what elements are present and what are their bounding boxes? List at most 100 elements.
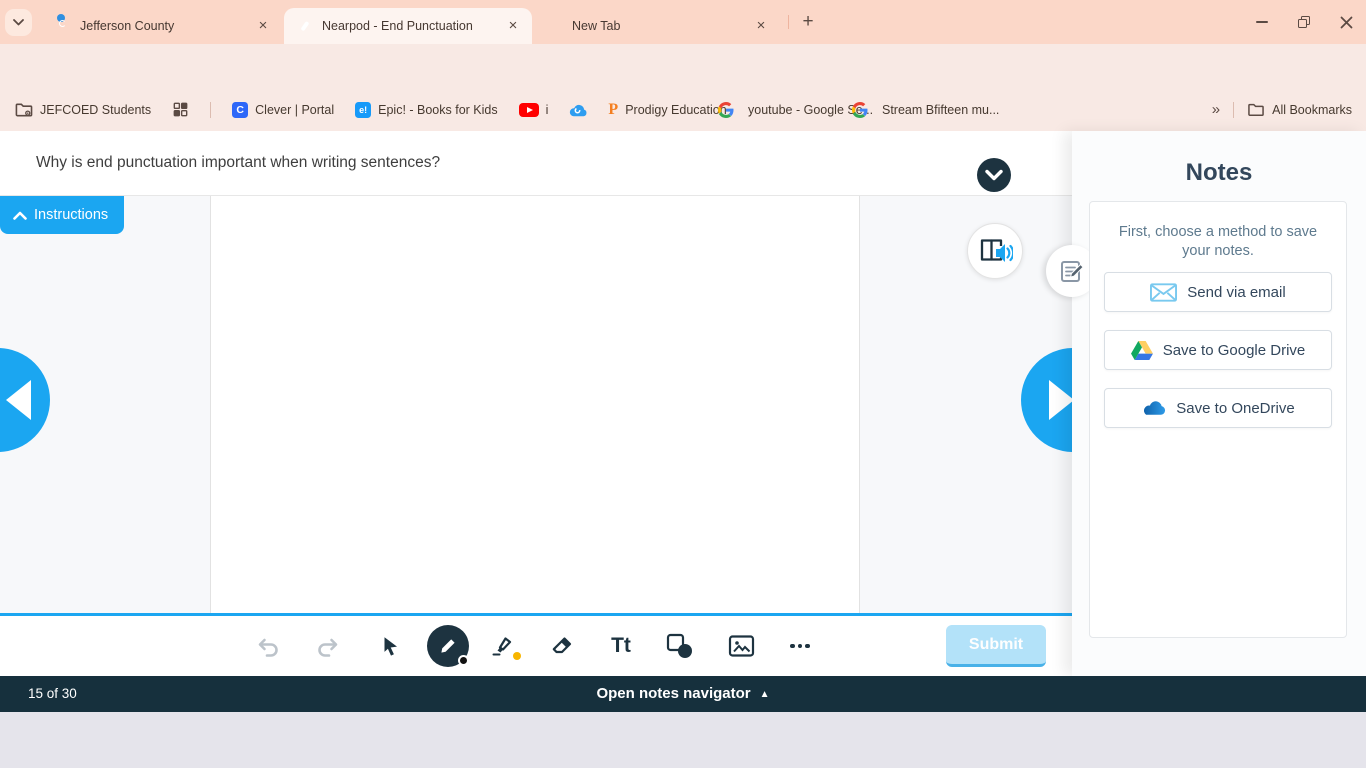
chevron-down-icon bbox=[13, 19, 24, 26]
bookmark-clever-portal[interactable]: C Clever | Portal bbox=[232, 101, 335, 118]
highlighter-icon bbox=[492, 637, 512, 656]
highlighter-tool-button[interactable] bbox=[487, 616, 521, 676]
tab-search-button[interactable] bbox=[5, 9, 32, 36]
pen-icon bbox=[441, 639, 455, 653]
shapes-tool-button[interactable] bbox=[665, 616, 695, 676]
managed-folder-icon bbox=[15, 103, 33, 117]
save-to-google-drive-button[interactable]: Save to Google Drive bbox=[1104, 330, 1332, 370]
send-via-email-button[interactable]: Send via email bbox=[1104, 272, 1332, 312]
restore-button[interactable] bbox=[1294, 12, 1314, 32]
notes-pencil-icon bbox=[1061, 261, 1084, 282]
notes-card: First, choose a method to save your note… bbox=[1089, 201, 1347, 638]
minimize-button[interactable] bbox=[1252, 12, 1272, 32]
bookmark-apps-grid[interactable] bbox=[172, 101, 189, 118]
cursor-icon bbox=[384, 637, 397, 656]
submit-button[interactable]: Submit bbox=[946, 625, 1046, 667]
collapse-question-button[interactable] bbox=[977, 158, 1011, 192]
undo-button[interactable] bbox=[253, 616, 283, 676]
browser-toolbar: app.nearpod.com/presentation?pin=5p4m2 bbox=[0, 44, 1366, 126]
prodigy-icon: P bbox=[608, 100, 619, 118]
google-icon bbox=[718, 101, 734, 118]
epic-icon: e! bbox=[355, 101, 372, 118]
bookmark-label: Prodigy Education bbox=[625, 102, 727, 117]
window-controls bbox=[1252, 12, 1356, 32]
read-aloud-button[interactable] bbox=[967, 223, 1023, 279]
open-notes-navigator-button[interactable]: Open notes navigator ▲ bbox=[0, 676, 1366, 713]
bookmark-label: Epic! - Books for Kids bbox=[378, 102, 498, 117]
ellipsis-icon bbox=[790, 643, 810, 649]
drawing-toolbar: Tt Submit bbox=[0, 616, 1072, 676]
slide-area: Instructions bbox=[0, 196, 1072, 616]
chevron-up-icon bbox=[13, 211, 27, 220]
right-triangle-icon bbox=[1049, 380, 1072, 420]
apps-grid-icon bbox=[173, 102, 188, 117]
more-tools-button[interactable] bbox=[785, 616, 815, 676]
button-label: Save to OneDrive bbox=[1176, 399, 1295, 417]
dark-globe-icon bbox=[546, 18, 562, 34]
email-envelope-icon bbox=[1150, 282, 1178, 302]
nearpod-footer-bar: 15 of 30 Open notes navigator ▲ bbox=[0, 676, 1366, 712]
new-tab-button[interactable]: + bbox=[797, 11, 819, 33]
screen: Jefferson County × Nearpod - End Punctua… bbox=[0, 0, 1366, 768]
undo-icon bbox=[258, 638, 278, 657]
instructions-label: Instructions bbox=[34, 207, 109, 223]
bookmark-youtube-google-search[interactable]: youtube - Google Se... bbox=[718, 101, 873, 118]
bookmarks-overflow-button[interactable]: » bbox=[1212, 101, 1220, 118]
all-bookmarks-label: All Bookmarks bbox=[1272, 102, 1352, 117]
save-to-onedrive-button[interactable]: Save to OneDrive bbox=[1104, 388, 1332, 428]
insert-image-button[interactable] bbox=[726, 616, 756, 676]
tab-separator bbox=[788, 15, 789, 29]
redo-button[interactable] bbox=[313, 616, 343, 676]
close-icon[interactable]: × bbox=[504, 17, 522, 35]
tab-title: Jefferson County bbox=[80, 19, 175, 33]
tab-nearpod[interactable]: Nearpod - End Punctuation × bbox=[284, 8, 532, 44]
button-label: Send via email bbox=[1187, 283, 1286, 301]
minimize-icon bbox=[1256, 21, 1268, 23]
bookmark-youtube-i[interactable]: i bbox=[518, 102, 548, 117]
bookmarks-separator bbox=[210, 101, 212, 118]
instructions-button[interactable]: Instructions bbox=[0, 196, 125, 234]
close-icon bbox=[1340, 16, 1352, 28]
button-label: Save to Google Drive bbox=[1162, 341, 1306, 359]
tab-new-tab[interactable]: New Tab × bbox=[534, 8, 780, 44]
bookmark-epic-books[interactable]: e! Epic! - Books for Kids bbox=[355, 101, 498, 118]
nearpod-icon bbox=[296, 18, 312, 34]
onedrive-icon bbox=[1144, 401, 1166, 415]
read-aloud-icon bbox=[980, 239, 1013, 262]
close-window-button[interactable] bbox=[1336, 12, 1356, 32]
drawing-canvas[interactable] bbox=[210, 196, 860, 613]
folder-icon bbox=[1248, 103, 1264, 116]
google-icon bbox=[852, 101, 868, 118]
youtube-icon bbox=[518, 102, 539, 117]
bookmark-label: Clever | Portal bbox=[255, 102, 335, 117]
notes-navigator-label: Open notes navigator bbox=[596, 685, 751, 702]
pen-tool-button[interactable] bbox=[427, 625, 469, 667]
highlighter-color-indicator bbox=[513, 652, 521, 660]
bookmark-prodigy-education[interactable]: P Prodigy Education bbox=[608, 101, 726, 119]
notes-panel: Notes First, choose a method to save you… bbox=[1046, 131, 1366, 676]
bookmark-label: JEFCOED Students bbox=[40, 102, 152, 117]
up-triangle-icon: ▲ bbox=[759, 689, 770, 700]
bookmarks-separator bbox=[1233, 101, 1235, 118]
bookmark-label: Stream Bfifteen mu... bbox=[882, 102, 1000, 117]
bookmark-cloud[interactable] bbox=[569, 103, 587, 117]
bookmark-stream-bfifteen[interactable]: Stream Bfifteen mu... bbox=[852, 101, 1000, 118]
image-icon bbox=[728, 635, 754, 657]
cloud-app-icon bbox=[54, 18, 70, 34]
eraser-tool-button[interactable] bbox=[547, 616, 577, 676]
google-drive-icon bbox=[1130, 340, 1153, 360]
all-bookmarks-button[interactable]: All Bookmarks bbox=[1247, 102, 1352, 117]
clever-icon: C bbox=[232, 101, 249, 118]
chromeos-shelf: Dec 11 2:29 US bbox=[0, 712, 1366, 768]
close-icon[interactable]: × bbox=[254, 17, 272, 35]
text-tool-button[interactable]: Tt bbox=[606, 616, 636, 676]
bookmarks-bar: JEFCOED Students C Clever | Portal e! Ep… bbox=[0, 88, 1366, 131]
chevron-down-icon bbox=[985, 169, 1003, 181]
browser-tab-strip: Jefferson County × Nearpod - End Punctua… bbox=[0, 0, 1366, 44]
select-tool-button[interactable] bbox=[375, 616, 405, 676]
redo-icon bbox=[318, 638, 338, 657]
bookmark-jefcoed-students[interactable]: JEFCOED Students bbox=[14, 101, 151, 118]
tab-jefferson-county[interactable]: Jefferson County × bbox=[42, 8, 282, 44]
text-tool-label: Tt bbox=[611, 634, 631, 657]
close-icon[interactable]: × bbox=[752, 17, 770, 35]
